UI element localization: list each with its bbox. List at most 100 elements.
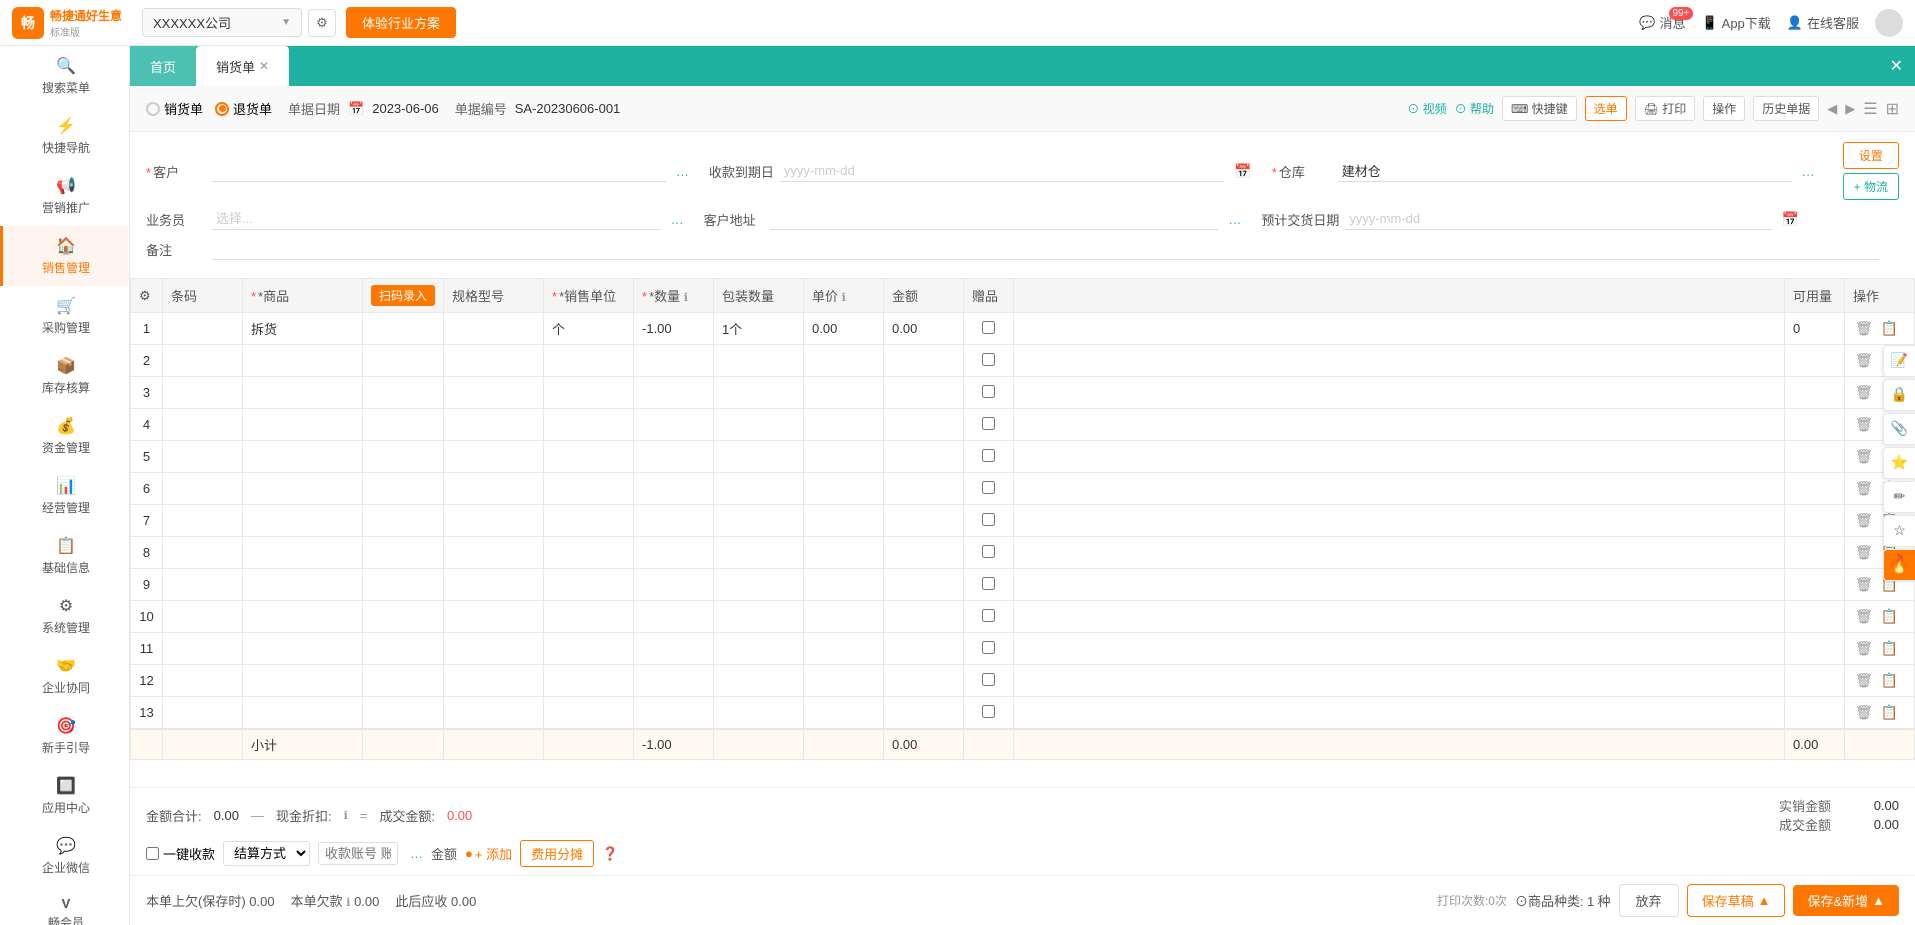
delivery-date-input[interactable] — [1345, 208, 1771, 230]
logistics-button[interactable]: + 物流 — [1843, 173, 1899, 200]
account-input[interactable] — [318, 842, 398, 865]
salesperson-more-icon[interactable]: … — [671, 212, 684, 227]
gift-checkbox-12[interactable] — [982, 673, 995, 686]
delete-row-5-button[interactable]: 🗑 — [1853, 446, 1875, 467]
draft-dropdown-icon[interactable]: ▲ — [1758, 893, 1771, 908]
sidebar-item-guide[interactable]: 🎯 新手引导 — [0, 706, 129, 766]
delete-row-10-button[interactable]: 🗑 — [1853, 606, 1875, 627]
save-draft-button[interactable]: 保存草稿 ▲ — [1687, 884, 1786, 917]
sidebar-item-marketing[interactable]: 📢 营销推广 — [0, 166, 129, 226]
radio-sales-order[interactable]: 销货单 — [146, 99, 203, 118]
grid-view-btn[interactable]: ⊞ — [1886, 99, 1899, 119]
gift-checkbox-7[interactable] — [982, 513, 995, 526]
gift-checkbox-13[interactable] — [982, 705, 995, 718]
tab-sales-order[interactable]: 销货单 ✕ — [196, 46, 289, 86]
select-btn[interactable]: 选单 — [1585, 96, 1627, 121]
delete-row-13-button[interactable]: 🗑 — [1853, 702, 1875, 723]
sidebar-item-wechat[interactable]: 💬 企业微信 — [0, 826, 129, 886]
sidebar-item-inventory[interactable]: 📦 库存核算 — [0, 346, 129, 406]
avatar[interactable] — [1875, 9, 1903, 37]
settings-icon[interactable]: ⚙ — [308, 9, 336, 37]
current-due-info-icon[interactable]: ℹ — [346, 897, 350, 909]
list-view-btn[interactable]: ☰ — [1863, 99, 1877, 119]
tab-close-all[interactable]: ✕ — [1890, 56, 1915, 76]
delete-row-6-button[interactable]: 🗑 — [1853, 478, 1875, 499]
delete-row-11-button[interactable]: 🗑 — [1853, 638, 1875, 659]
due-date-input[interactable] — [780, 160, 1224, 182]
gift-checkbox-5[interactable] — [982, 449, 995, 462]
tab-home[interactable]: 首页 — [130, 46, 196, 86]
copy-row-10-button[interactable]: 📋 — [1879, 606, 1900, 627]
copy-row-1-button[interactable]: 📋 — [1879, 318, 1900, 339]
gift-checkbox-2[interactable] — [982, 353, 995, 366]
th-settings[interactable]: ⚙ — [131, 279, 163, 313]
gift-checkbox-1[interactable] — [982, 321, 995, 334]
fee-split-button[interactable]: 费用分摊 — [520, 840, 594, 867]
radio-return-order[interactable]: 退货单 — [215, 99, 272, 118]
float-star-btn[interactable]: ⭐ — [1883, 447, 1915, 479]
sidebar-item-basic[interactable]: 📋 基础信息 — [0, 526, 129, 586]
delete-row-8-button[interactable]: 🗑 — [1853, 542, 1875, 563]
note-input[interactable] — [212, 238, 1879, 260]
sidebar-item-finance[interactable]: 💰 资金管理 — [0, 406, 129, 466]
sidebar-item-search[interactable]: 🔍 搜索菜单 — [0, 46, 129, 106]
salesperson-input[interactable] — [212, 208, 661, 230]
sidebar-item-appcenter[interactable]: 🔲 应用中心 — [0, 766, 129, 826]
sidebar-item-business[interactable]: 📊 经营管理 — [0, 466, 129, 526]
copy-row-12-button[interactable]: 📋 — [1879, 670, 1900, 691]
copy-row-11-button[interactable]: 📋 — [1879, 638, 1900, 659]
gift-checkbox-11[interactable] — [982, 641, 995, 654]
delete-row-7-button[interactable]: 🗑 — [1853, 510, 1875, 531]
tab-close-icon[interactable]: ✕ — [259, 59, 269, 73]
float-lock-btn[interactable]: 🔒 — [1883, 379, 1915, 411]
help-link[interactable]: ⊙ 帮助 — [1455, 100, 1494, 117]
trial-button[interactable]: 体验行业方案 — [346, 7, 456, 38]
float-note-btn[interactable]: 📝 — [1883, 345, 1915, 377]
gift-checkbox-9[interactable] — [982, 577, 995, 590]
payment-method-select[interactable]: 结算方式 — [223, 841, 310, 866]
add-payment-button[interactable]: ● + 添加 — [465, 844, 512, 863]
address-more-icon[interactable]: … — [1228, 212, 1241, 227]
company-select[interactable]: XXXXXX公司 ▼ — [142, 8, 302, 37]
sidebar-item-quicknav[interactable]: ⚡ 快捷导航 — [0, 106, 129, 166]
history-btn[interactable]: 历史单据 — [1753, 96, 1819, 121]
online-service-button[interactable]: 👤 在线客服 — [1787, 13, 1859, 32]
gift-checkbox-10[interactable] — [982, 609, 995, 622]
abandon-button[interactable]: 放弃 — [1619, 884, 1679, 917]
video-link[interactable]: ⊙ 视频 — [1407, 100, 1446, 117]
scan-button[interactable]: 扫码录入 — [371, 285, 435, 306]
delete-row-1-button[interactable]: 🗑 — [1853, 318, 1875, 339]
operation-btn[interactable]: 操作 — [1703, 96, 1745, 121]
one-click-pay-checkbox[interactable]: 一键收款 — [146, 844, 215, 863]
setting-button[interactable]: 设置 — [1843, 142, 1899, 169]
print-btn[interactable]: 🖨 打印 — [1635, 96, 1696, 121]
gift-checkbox-8[interactable] — [982, 545, 995, 558]
address-input[interactable] — [770, 208, 1219, 230]
sidebar-item-collab[interactable]: 🤝 企业协同 — [0, 646, 129, 706]
gift-checkbox-3[interactable] — [982, 385, 995, 398]
shortcut-btn[interactable]: ⌨ 快捷键 — [1502, 96, 1577, 121]
due-date-calendar-icon[interactable]: 📅 — [1234, 163, 1251, 180]
warehouse-input[interactable] — [1338, 160, 1792, 182]
sidebar-item-sales[interactable]: 🏠 销售管理 — [0, 226, 129, 286]
next-btn[interactable]: ▶ — [1845, 101, 1855, 117]
delete-row-12-button[interactable]: 🗑 — [1853, 670, 1875, 691]
close-all-icon[interactable]: ✕ — [1890, 56, 1903, 76]
fee-question-icon[interactable]: ❓ — [602, 846, 618, 862]
one-click-pay-input[interactable] — [146, 847, 159, 860]
account-more-icon[interactable]: … — [410, 846, 423, 861]
delivery-date-calendar-icon[interactable]: 📅 — [1782, 211, 1799, 228]
sidebar-item-member[interactable]: V 畅会员 — [0, 886, 129, 925]
save-new-button[interactable]: 保存&新增 ▲ — [1793, 885, 1899, 916]
qty-info-icon[interactable]: ℹ — [684, 292, 688, 304]
sidebar-item-system[interactable]: ⚙ 系统管理 — [0, 586, 129, 646]
float-attach-btn[interactable]: 📎 — [1883, 413, 1915, 445]
price-info-icon[interactable]: ℹ — [842, 292, 846, 304]
prev-btn[interactable]: ◀ — [1827, 101, 1837, 117]
delete-row-3-button[interactable]: 🗑 — [1853, 382, 1875, 403]
savenew-dropdown-icon[interactable]: ▲ — [1872, 893, 1885, 908]
customer-more-icon[interactable]: … — [676, 164, 689, 179]
warehouse-more-icon[interactable]: … — [1802, 164, 1815, 179]
copy-row-13-button[interactable]: 📋 — [1879, 702, 1900, 723]
discount-info-icon[interactable]: ℹ — [344, 809, 348, 822]
